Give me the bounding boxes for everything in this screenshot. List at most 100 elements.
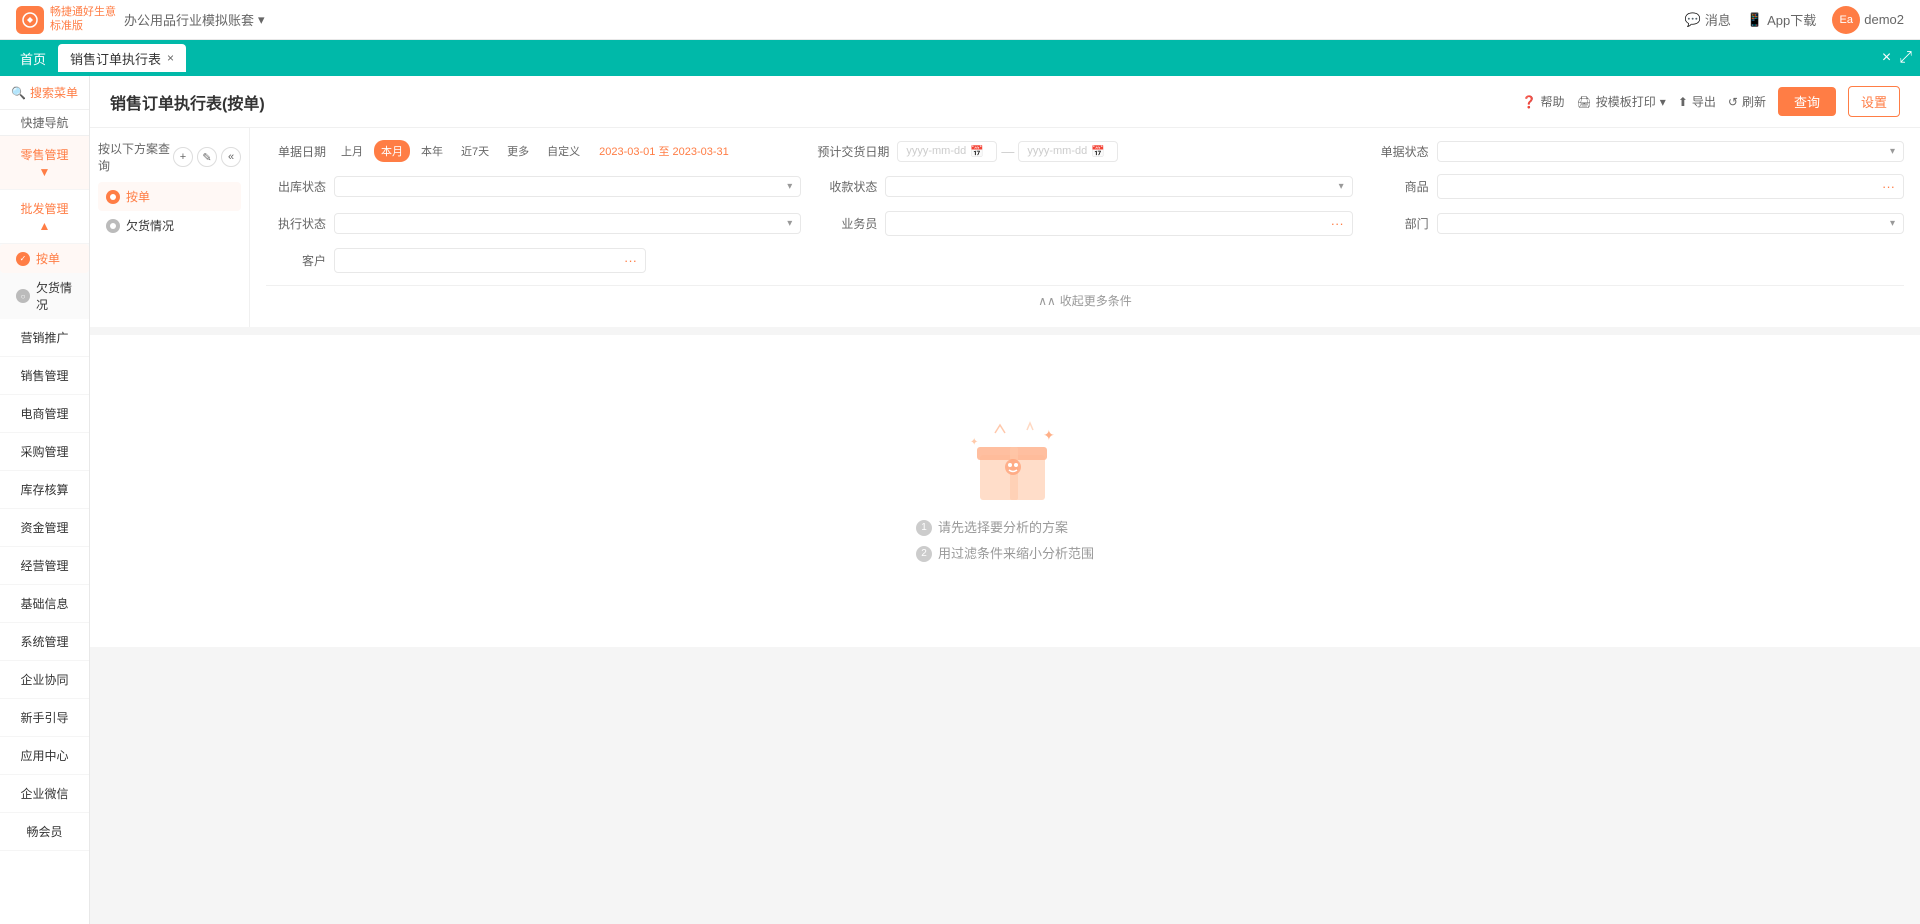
tab-bar: 首页 销售订单执行表 × × ⤢ [0, 40, 1920, 76]
print-button[interactable]: 🖨 按模板打印 ▾ [1577, 93, 1666, 110]
filter-row-1: 单据日期 上月 本月 本年 近7天 更多 自定义 2023-03-01 至 20… [266, 140, 1904, 162]
sidebar-item-finance[interactable]: 资金管理 [0, 509, 89, 547]
window-expand-button[interactable]: ⤢ [1899, 49, 1912, 67]
message-button[interactable]: 💬 消息 [1685, 10, 1731, 29]
sidebar-quick-nav[interactable]: 快捷导航 [0, 110, 89, 136]
top-nav-left: 畅捷通好生意 标准版 办公用品行业模拟账套 ▾ [16, 6, 265, 34]
content-area: 销售订单执行表(按单) ❓ 帮助 🖨 按模板打印 ▾ ⬆ 导出 ↺ [90, 76, 1920, 924]
collapse-up-icon: ∧∧ [1038, 294, 1056, 308]
active-scheme-dot [106, 190, 120, 204]
filter-panel: 按以下方案查询 + ✎ « 按单 [90, 128, 1920, 327]
logo-icon [16, 6, 44, 34]
order-status-select[interactable]: ▾ [1437, 141, 1904, 162]
sidebar-item-inventory[interactable]: 库存核算 [0, 471, 89, 509]
chevron-down-icon-2: ▾ [787, 181, 792, 192]
step-badge-1: 1 [916, 520, 932, 536]
scheme-order[interactable]: 按单 [98, 182, 241, 211]
sidebar-item-purchase[interactable]: 采购管理 [0, 433, 89, 471]
payment-status-select[interactable]: ▾ [885, 176, 1352, 197]
inactive-scheme-dot [106, 219, 120, 233]
order-date-label: 单据日期 [266, 143, 326, 160]
sidebar-item-newbie[interactable]: 新手引导 [0, 699, 89, 737]
date-btn-this-month[interactable]: 本月 [374, 140, 410, 162]
customer-input[interactable]: ··· [334, 248, 646, 273]
add-scheme-button[interactable]: + [173, 147, 193, 167]
chevron-down-icon: ▾ [1890, 146, 1895, 157]
chevron-down-icon-5: ▾ [1890, 218, 1895, 229]
order-date-group: 单据日期 上月 本月 本年 近7天 更多 自定义 2023-03-01 至 20… [266, 140, 801, 162]
empty-illustration: ✦ ✦ [965, 415, 1045, 495]
salesperson-input[interactable]: ··· [885, 211, 1352, 236]
window-close-button[interactable]: × [1882, 49, 1891, 67]
filter-row-4: 客户 ··· [266, 248, 1904, 273]
query-button[interactable]: 查询 [1778, 87, 1836, 116]
scheme-header: 按以下方案查询 + ✎ « [98, 140, 241, 174]
department-select[interactable]: ▾ [1437, 213, 1904, 234]
sidebar-item-wechat[interactable]: 企业微信 [0, 775, 89, 813]
tab-bar-right: × ⤢ [1882, 49, 1912, 67]
collapse-bar[interactable]: ∧∧ 收起更多条件 [266, 285, 1904, 315]
order-status-group: 单据状态 ▾ [1369, 141, 1904, 162]
top-nav-right: 💬 消息 📱 App下载 Ea demo2 [1685, 6, 1904, 34]
app-download-button[interactable]: 📱 App下载 [1747, 10, 1816, 29]
download-icon: 📱 [1747, 12, 1763, 28]
sidebar-item-wholesale[interactable]: 批发管理 ▲ [0, 190, 89, 244]
message-icon: 💬 [1685, 12, 1701, 28]
order-status-label: 单据状态 [1369, 143, 1429, 160]
sidebar-item-member[interactable]: 畅会员 [0, 813, 89, 851]
payment-status-group: 收款状态 ▾ [817, 176, 1352, 197]
settings-button[interactable]: 设置 [1848, 86, 1900, 117]
edit-scheme-button[interactable]: ✎ [197, 147, 217, 167]
tab-home[interactable]: 首页 [8, 44, 58, 72]
sidebar-item-system[interactable]: 系统管理 [0, 623, 89, 661]
company-selector[interactable]: 办公用品行业模拟账套 ▾ [124, 10, 265, 29]
expected-date-from[interactable]: yyyy-mm-dd 📅 [897, 141, 997, 162]
sidebar-item-marketing[interactable]: 营销推广 [0, 319, 89, 357]
tab-close-icon[interactable]: × [167, 51, 174, 65]
department-label: 部门 [1369, 215, 1429, 232]
sidebar-item-appstore[interactable]: 应用中心 [0, 737, 89, 775]
date-btn-this-year[interactable]: 本年 [414, 140, 450, 162]
sidebar-item-sales[interactable]: 销售管理 [0, 357, 89, 395]
sidebar-item-corp[interactable]: 企业协同 [0, 661, 89, 699]
expected-date-to[interactable]: yyyy-mm-dd 📅 [1018, 141, 1118, 162]
sidebar: 🔍 搜索菜单 快捷导航 零售管理 ▼ 批发管理 ▲ ✓ 按单 ○ 欠货情况 营销… [0, 76, 90, 924]
chevron-down-icon-4: ▾ [787, 218, 792, 229]
help-button[interactable]: ❓ 帮助 [1522, 93, 1565, 110]
tab-sales-order[interactable]: 销售订单执行表 × [58, 44, 186, 72]
scheme-dot-active: ✓ [16, 252, 30, 266]
date-btn-7days[interactable]: 近7天 [454, 140, 496, 162]
empty-text: 1 请先选择要分析的方案 2 用过滤条件来缩小分析范围 [916, 515, 1094, 567]
refresh-button[interactable]: ↺ 刷新 [1728, 93, 1766, 110]
exec-status-label: 执行状态 [266, 215, 326, 232]
date-btn-more[interactable]: 更多 [500, 140, 536, 162]
sidebar-item-operations[interactable]: 经营管理 [0, 547, 89, 585]
main-layout: 🔍 搜索菜单 快捷导航 零售管理 ▼ 批发管理 ▲ ✓ 按单 ○ 欠货情况 营销… [0, 76, 1920, 924]
more-icon-3: ··· [624, 253, 637, 268]
date-btn-custom[interactable]: 自定义 [540, 140, 587, 162]
sidebar-item-ecommerce[interactable]: 电商管理 [0, 395, 89, 433]
sidebar-search[interactable]: 🔍 搜索菜单 [0, 76, 89, 110]
sub-item-order[interactable]: ✓ 按单 [0, 244, 89, 273]
date-btn-last-month[interactable]: 上月 [334, 140, 370, 162]
user-profile[interactable]: Ea demo2 [1832, 6, 1904, 34]
expected-date-label: 预计交货日期 [817, 143, 889, 160]
refresh-icon: ↺ [1728, 95, 1738, 109]
delivery-status-select[interactable]: ▾ [334, 176, 801, 197]
scheme-selector: 按以下方案查询 + ✎ « 按单 [90, 128, 250, 327]
scheme-debt[interactable]: 欠货情况 [98, 211, 241, 240]
sub-item-debt[interactable]: ○ 欠货情况 [0, 273, 89, 319]
sidebar-item-basic[interactable]: 基础信息 [0, 585, 89, 623]
exec-status-select[interactable]: ▾ [334, 213, 801, 234]
sidebar-item-retail[interactable]: 零售管理 ▼ [0, 136, 89, 190]
export-button[interactable]: ⬆ 导出 [1678, 93, 1716, 110]
product-input[interactable]: ··· [1437, 174, 1904, 199]
empty-step-2: 2 用过滤条件来缩小分析范围 [916, 541, 1094, 567]
calendar-icon: 📅 [970, 145, 984, 158]
product-group: 商品 ··· [1369, 174, 1904, 199]
collapse-scheme-button[interactable]: « [221, 147, 241, 167]
page-actions: ❓ 帮助 🖨 按模板打印 ▾ ⬆ 导出 ↺ 刷新 查询 [1522, 86, 1900, 117]
scheme-icons: + ✎ « [173, 147, 241, 167]
logo-text: 畅捷通好生意 标准版 [50, 6, 116, 32]
exec-status-group: 执行状态 ▾ [266, 213, 801, 234]
